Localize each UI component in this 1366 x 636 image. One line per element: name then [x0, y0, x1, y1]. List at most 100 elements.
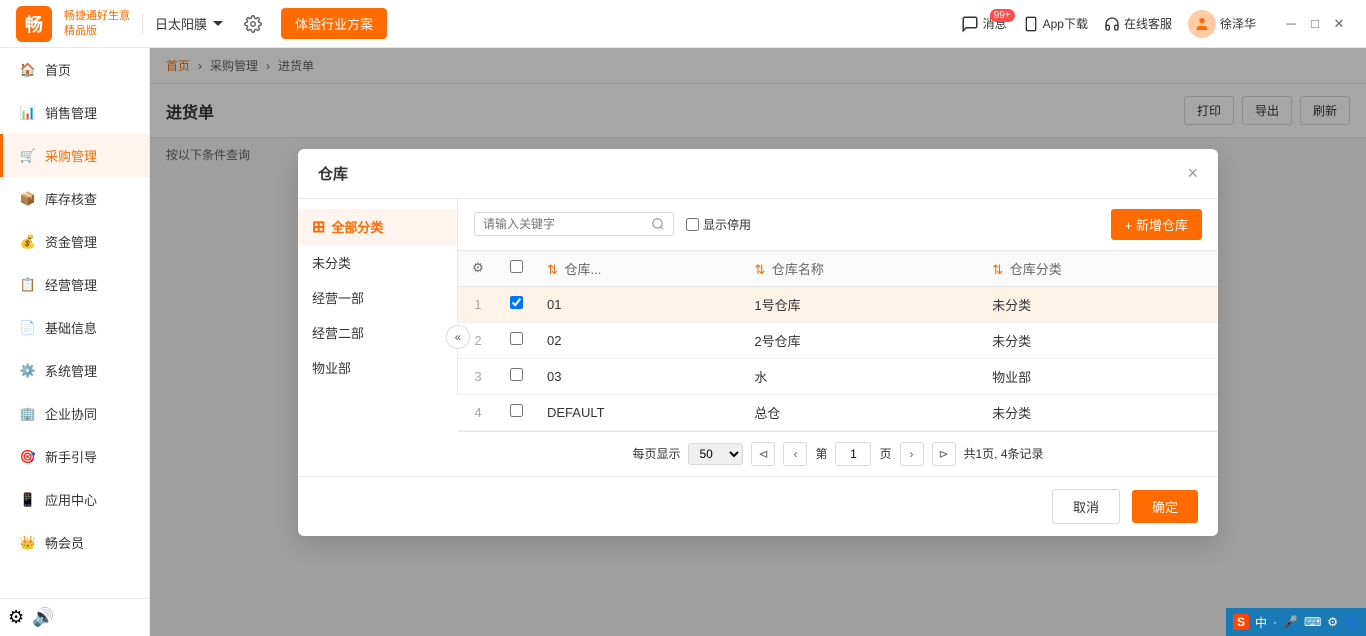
table-toolbar: 显示停用 + 新增仓库 — [458, 199, 1218, 251]
sidebar-label-member: 畅会员 — [45, 533, 84, 552]
apps-icon: 📱 — [19, 491, 37, 509]
sidebar-bottom: ⚙ 🔊 — [0, 598, 149, 636]
minimize-btn[interactable]: ─ — [1280, 13, 1302, 35]
col-header-code[interactable]: ⇅ 仓库... — [535, 251, 742, 287]
per-page-select[interactable]: 50 10 20 100 — [688, 443, 743, 465]
category-item-2[interactable]: 经营二部 — [298, 315, 457, 350]
prev-page-btn[interactable]: ‹ — [783, 442, 807, 466]
sidebar-item-guide[interactable]: 🎯 新手引导 — [0, 435, 149, 478]
category-all-label: 全部分类 — [331, 217, 383, 236]
settings-icon[interactable] — [237, 8, 269, 40]
sidebar-item-system[interactable]: ⚙️ 系统管理 — [0, 349, 149, 392]
basic-icon: 📄 — [19, 319, 37, 337]
sidebar-label-enterprise: 企业协同 — [45, 404, 97, 423]
cancel-btn[interactable]: 取消 — [1052, 489, 1120, 524]
col-header-category[interactable]: ⇅ 仓库分类 — [980, 251, 1218, 287]
sidebar-item-enterprise[interactable]: 🏢 企业协同 — [0, 392, 149, 435]
search-icon[interactable] — [651, 217, 665, 231]
sidebar-item-basic[interactable]: 📄 基础信息 — [0, 306, 149, 349]
row-category-1: 未分类 — [980, 322, 1218, 358]
message-btn[interactable]: 消息 99+ — [961, 15, 1007, 33]
sidebar-label-guide: 新手引导 — [45, 447, 97, 466]
table-panel: 显示停用 + 新增仓库 ⚙ — [458, 199, 1218, 476]
status-cn-label: 中 — [1255, 614, 1267, 631]
row-checkbox-2[interactable] — [498, 358, 535, 394]
row-code-0: 01 — [535, 286, 742, 322]
sidebar-label-operation: 经营管理 — [45, 275, 97, 294]
select-all-checkbox[interactable] — [510, 260, 523, 273]
sidebar: 🏠 首页 📊 销售管理 🛒 采购管理 📦 库存核查 💰 资金管理 📋 经营管理 … — [0, 48, 150, 636]
row-category-0: 未分类 — [980, 286, 1218, 322]
per-page-label: 每页显示 — [632, 445, 680, 462]
app-download-btn[interactable]: App下载 — [1023, 15, 1088, 32]
search-box — [474, 212, 674, 236]
dialog-title: 仓库 — [318, 163, 348, 184]
sidebar-item-sales[interactable]: 📊 销售管理 — [0, 91, 149, 134]
category-item-1[interactable]: 经营一部 — [298, 280, 457, 315]
user-icon — [1194, 16, 1210, 32]
category-item-0[interactable]: 未分类 — [298, 245, 457, 280]
sidebar-label-system: 系统管理 — [45, 361, 97, 380]
col-header-checkbox[interactable] — [498, 251, 535, 287]
category-wrapper: ⊞ 全部分类 未分类 经营一部 经营二部 物业部 « — [298, 199, 458, 476]
add-warehouse-btn[interactable]: + 新增仓库 — [1111, 209, 1202, 240]
next-page-btn[interactable]: › — [900, 442, 924, 466]
sales-icon: 📊 — [19, 104, 37, 122]
status-mic-icon: 🎤 — [1283, 615, 1298, 629]
show-disabled-toggle[interactable]: 显示停用 — [686, 216, 751, 233]
grid-icon: ⊞ — [312, 217, 325, 237]
dialog-header: 仓库 × — [298, 149, 1218, 199]
online-service-btn[interactable]: 在线客服 — [1104, 15, 1172, 32]
sidebar-item-purchase[interactable]: 🛒 采购管理 — [0, 134, 149, 177]
row-checkbox-1[interactable] — [498, 322, 535, 358]
gear-col-icon: ⚙ — [472, 260, 484, 275]
close-window-btn[interactable]: ✕ — [1328, 13, 1350, 35]
col-header-gear[interactable]: ⚙ — [458, 251, 498, 287]
sidebar-item-home[interactable]: 🏠 首页 — [0, 48, 149, 91]
total-info: 共1页, 4条记录 — [964, 445, 1044, 462]
sidebar-label-inventory: 库存核查 — [45, 189, 97, 208]
audio-icon[interactable]: 🔊 — [32, 607, 54, 628]
warehouse-dialog: 仓库 × ⊞ 全部分类 未分类 经营一部 经营 — [298, 149, 1218, 536]
sidebar-label-finance: 资金管理 — [45, 232, 97, 251]
col-header-name[interactable]: ⇅ 仓库名称 — [742, 251, 980, 287]
page-suffix: 页 — [879, 445, 891, 462]
system-icon: ⚙️ — [19, 362, 37, 380]
maximize-btn[interactable]: □ — [1304, 13, 1326, 35]
sort-icon-category: ⇅ — [992, 262, 1003, 277]
headphone-icon — [1104, 16, 1120, 32]
dialog-close-btn[interactable]: × — [1187, 164, 1198, 182]
confirm-btn[interactable]: 确定 — [1132, 490, 1198, 523]
user-avatar[interactable]: 徐泽华 — [1188, 10, 1256, 38]
avatar — [1188, 10, 1216, 38]
mobile-icon — [1023, 16, 1039, 32]
row-no-3: 4 — [458, 394, 498, 430]
search-input[interactable] — [483, 217, 645, 231]
first-page-btn[interactable]: ⊲ — [751, 442, 775, 466]
category-item-3[interactable]: 物业部 — [298, 350, 457, 385]
show-disabled-label: 显示停用 — [703, 216, 751, 233]
nav-separator — [142, 14, 143, 34]
row-name-1: 2号仓库 — [742, 322, 980, 358]
sidebar-item-operation[interactable]: 📋 经营管理 — [0, 263, 149, 306]
page-input[interactable] — [835, 442, 871, 466]
col-code-label: 仓库... — [565, 262, 602, 277]
sidebar-label-home: 首页 — [45, 60, 71, 79]
category-all[interactable]: ⊞ 全部分类 — [298, 209, 457, 245]
table-row: 4 DEFAULT 总仓 未分类 — [458, 394, 1218, 430]
row-checkbox-0[interactable] — [498, 286, 535, 322]
row-code-2: 03 — [535, 358, 742, 394]
sidebar-item-inventory[interactable]: 📦 库存核查 — [0, 177, 149, 220]
row-checkbox-3[interactable] — [498, 394, 535, 430]
sidebar-item-finance[interactable]: 💰 资金管理 — [0, 220, 149, 263]
settings-bottom-icon[interactable]: ⚙ — [8, 607, 24, 628]
show-disabled-checkbox[interactable] — [686, 218, 699, 231]
row-category-2: 物业部 — [980, 358, 1218, 394]
last-page-btn[interactable]: ⊳ — [932, 442, 956, 466]
sidebar-item-member[interactable]: 👑 畅会员 — [0, 521, 149, 564]
industry-btn[interactable]: 体验行业方案 — [281, 8, 387, 39]
store-selector[interactable]: 日太阳膜 — [155, 14, 225, 33]
collapse-category-btn[interactable]: « — [446, 325, 470, 349]
sidebar-item-apps[interactable]: 📱 应用中心 — [0, 478, 149, 521]
row-code-3: DEFAULT — [535, 394, 742, 430]
